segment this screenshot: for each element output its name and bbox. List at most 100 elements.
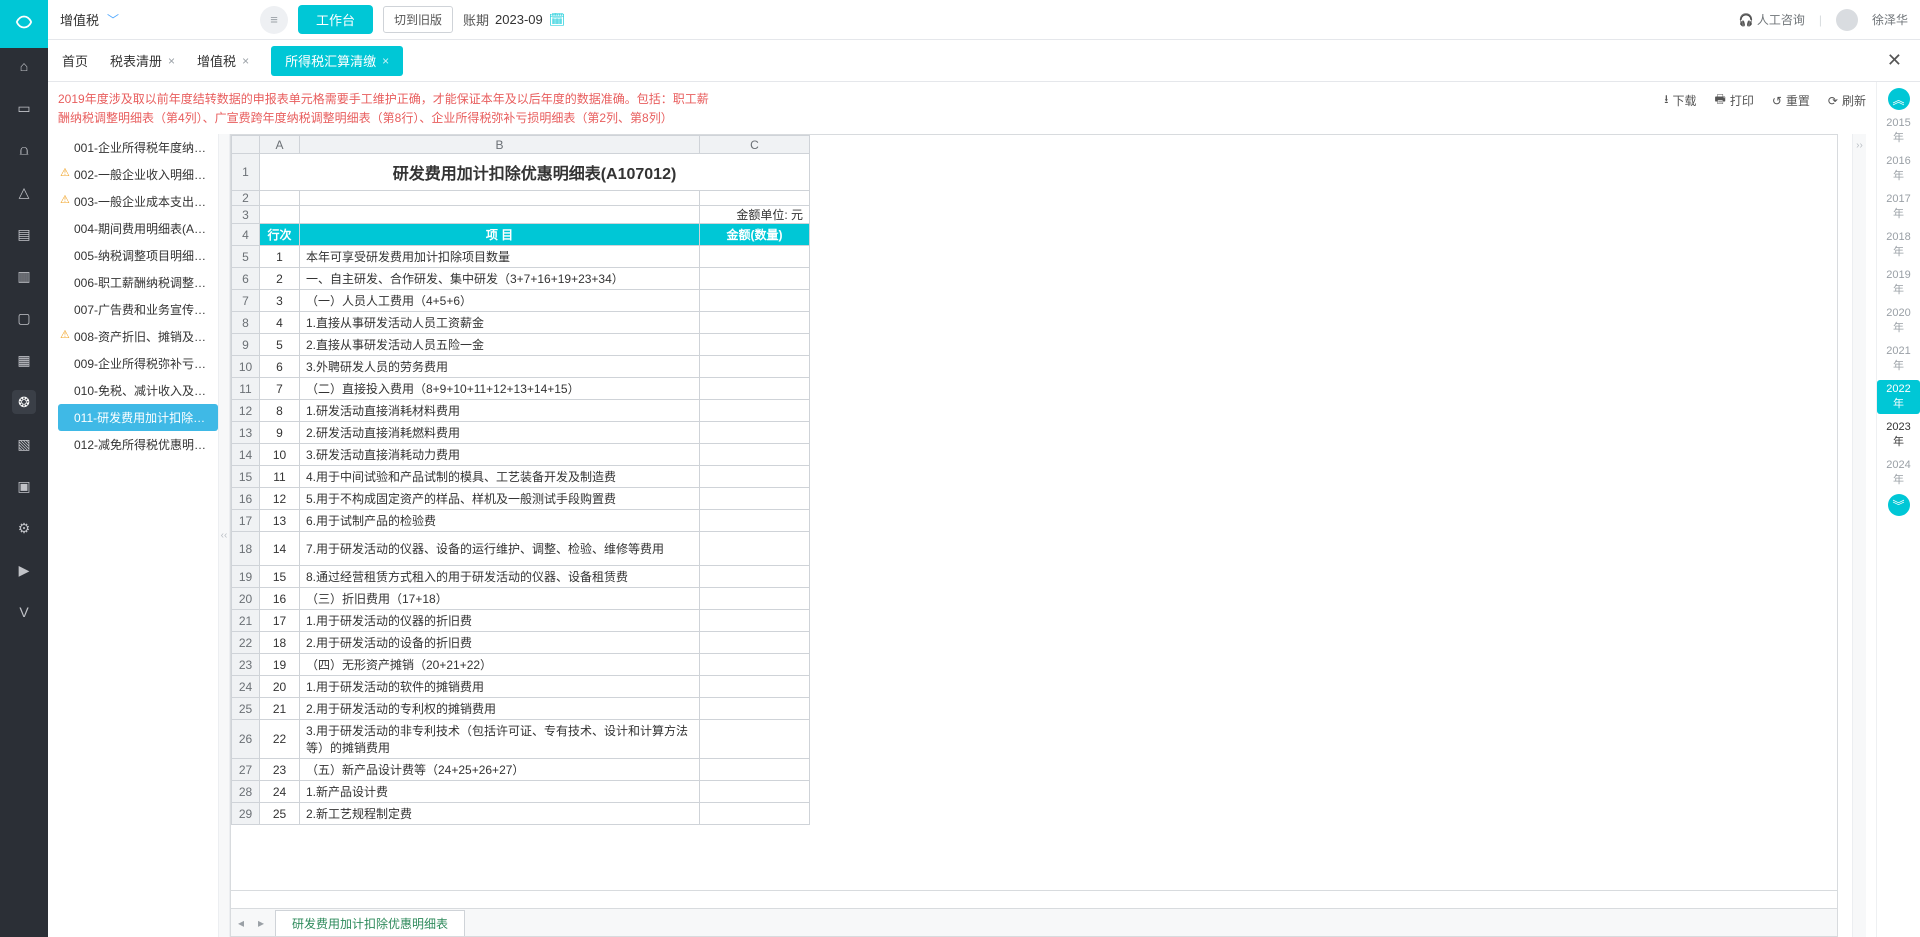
row-amount[interactable] [700,781,810,803]
row-amount[interactable] [700,654,810,676]
form-item-012[interactable]: 012-减免所得税优惠明细表(… [58,431,218,458]
module-select[interactable]: 增值税 ﹀ [60,10,250,29]
tab-所得税汇算清缴[interactable]: 所得税汇算清缴× [271,46,403,76]
tab-增值税[interactable]: 增值税× [197,40,249,81]
switch-old-button[interactable]: 切到旧版 [383,6,453,33]
nav-home-icon[interactable]: ⌂ [12,54,36,78]
tab-close-icon[interactable]: × [382,54,389,68]
row-number: 16 [260,588,300,610]
row-amount[interactable] [700,676,810,698]
nav-clipboard-icon[interactable]: ▤ [12,222,36,246]
download-button[interactable]: ⭳ 下载 [1664,90,1696,111]
form-item-007[interactable]: 007-广告费和业务宣传费跨… [58,296,218,323]
form-item-006[interactable]: 006-职工薪酬纳税调整明细… [58,269,218,296]
tab-close-icon[interactable]: × [242,54,249,68]
row-amount[interactable] [700,588,810,610]
year-2015年[interactable]: 2015年 [1877,114,1920,148]
row-item: 5.用于不构成固定资产的样品、样机及一般测试手段购置费 [300,488,700,510]
year-2020年[interactable]: 2020年 [1877,304,1920,338]
tab-税表清册[interactable]: 税表清册× [110,40,175,81]
year-2018年[interactable]: 2018年 [1877,228,1920,262]
row-amount[interactable] [700,466,810,488]
workbench-button[interactable]: 工作台 [298,5,373,34]
sheet-tab[interactable]: 研发费用加计扣除优惠明细表 [275,910,465,936]
row-amount[interactable] [700,268,810,290]
form-item-010[interactable]: 010-免税、减计收入及加计… [58,377,218,404]
row-amount[interactable] [700,803,810,825]
year-2021年[interactable]: 2021年 [1877,342,1920,376]
nav-gear-icon[interactable]: ⚙ [12,516,36,540]
row-amount[interactable] [700,246,810,268]
row-item: 1.直接从事研发活动人员工资薪金 [300,312,700,334]
calendar-icon[interactable]: 🗓 [549,12,566,28]
row-amount[interactable] [700,488,810,510]
nav-calendar-icon[interactable]: ▦ [12,348,36,372]
nav-video-icon[interactable]: ▶ [12,558,36,582]
sheet-grid[interactable]: ABC1研发费用加计扣除优惠明细表(A107012)23金额单位: 元4行次项 … [231,135,1837,890]
row-amount[interactable] [700,632,810,654]
nav-report-icon[interactable]: ▥ [12,264,36,288]
nav-v-icon[interactable]: V [12,600,36,624]
sheet-tab-prev[interactable]: ◂ [231,916,251,930]
form-item-005[interactable]: 005-纳税调整项目明细表(A1… [58,242,218,269]
year-2019年[interactable]: 2019年 [1877,266,1920,300]
avatar[interactable] [1836,9,1858,31]
close-all-tabs-button[interactable]: ✕ [1883,50,1906,71]
refresh-button[interactable]: ⟳ 刷新 [1828,90,1866,111]
row-number: 11 [260,466,300,488]
form-item-003[interactable]: ⚠003-一般企业成本支出明细… [58,188,218,215]
nav-archive-icon[interactable]: ▣ [12,474,36,498]
nav-bag-icon[interactable]: △ [12,180,36,204]
row-amount[interactable] [700,444,810,466]
notice-text: 2019年度涉及取以前年度结转数据的申报表单元格需要手工维护正确，才能保证本年及… [58,90,718,128]
year-2016年[interactable]: 2016年 [1877,152,1920,186]
tab-close-icon[interactable]: × [168,54,175,68]
row-amount[interactable] [700,378,810,400]
row-amount[interactable] [700,290,810,312]
nav-chart-icon[interactable]: ⩍ [12,138,36,162]
sheet-vscroll[interactable] [1838,134,1852,937]
row-amount[interactable] [700,356,810,378]
sheet-hscroll-upper[interactable] [231,890,1837,908]
row-amount[interactable] [700,510,810,532]
year-2017年[interactable]: 2017年 [1877,190,1920,224]
form-item-011[interactable]: 011-研发费用加计扣除优惠… [58,404,218,431]
nav-shirt-icon[interactable]: ▢ [12,306,36,330]
tab-首页[interactable]: 首页 [62,40,88,81]
year-scroll-down[interactable]: ︾ [1888,494,1910,516]
nav-card-icon[interactable]: ▭ [12,96,36,120]
row-amount[interactable] [700,610,810,632]
form-item-001[interactable]: 001-企业所得税年度纳税申… [58,134,218,161]
row-amount[interactable] [700,720,810,759]
row-amount[interactable] [700,334,810,356]
row-number: 21 [260,698,300,720]
row-amount[interactable] [700,532,810,566]
form-item-008[interactable]: ⚠008-资产折旧、摊销及纳税… [58,323,218,350]
sheet-tab-next[interactable]: ▸ [251,916,271,930]
row-amount[interactable] [700,422,810,444]
year-2022年[interactable]: 2022年 [1877,380,1920,414]
nav-doc-icon[interactable]: ▧ [12,432,36,456]
row-amount[interactable] [700,400,810,422]
year-2024年[interactable]: 2024年 [1877,456,1920,490]
form-item-009[interactable]: 009-企业所得税弥补亏损明… [58,350,218,377]
row-amount[interactable] [700,698,810,720]
row-number: 4 [260,312,300,334]
year-scroll-up[interactable]: ︽ [1888,88,1910,110]
period-value[interactable]: 2023-09 [495,12,543,27]
expand-right-handle[interactable]: ›› [1852,134,1866,937]
reset-button[interactable]: ↺ 重置 [1772,90,1810,111]
collapse-left-handle[interactable]: ‹‹ [218,134,230,937]
row-amount[interactable] [700,566,810,588]
form-item-002[interactable]: ⚠002-一般企业收入明细表(A… [58,161,218,188]
support-link[interactable]: 🎧 人工咨询 [1739,11,1805,28]
sheet-hscroll-lower[interactable] [1207,916,1837,930]
year-2023年[interactable]: 2023年 [1877,418,1920,452]
row-item: 7.用于研发活动的仪器、设备的运行维护、调整、检验、维修等费用 [300,532,700,566]
menu-circle-button[interactable]: ≡ [260,6,288,34]
nav-tax-icon[interactable]: ❂ [12,390,36,414]
row-amount[interactable] [700,759,810,781]
row-amount[interactable] [700,312,810,334]
print-button[interactable]: 🖶 打印 [1715,90,1754,111]
form-item-004[interactable]: 004-期间费用明细表(A1040… [58,215,218,242]
